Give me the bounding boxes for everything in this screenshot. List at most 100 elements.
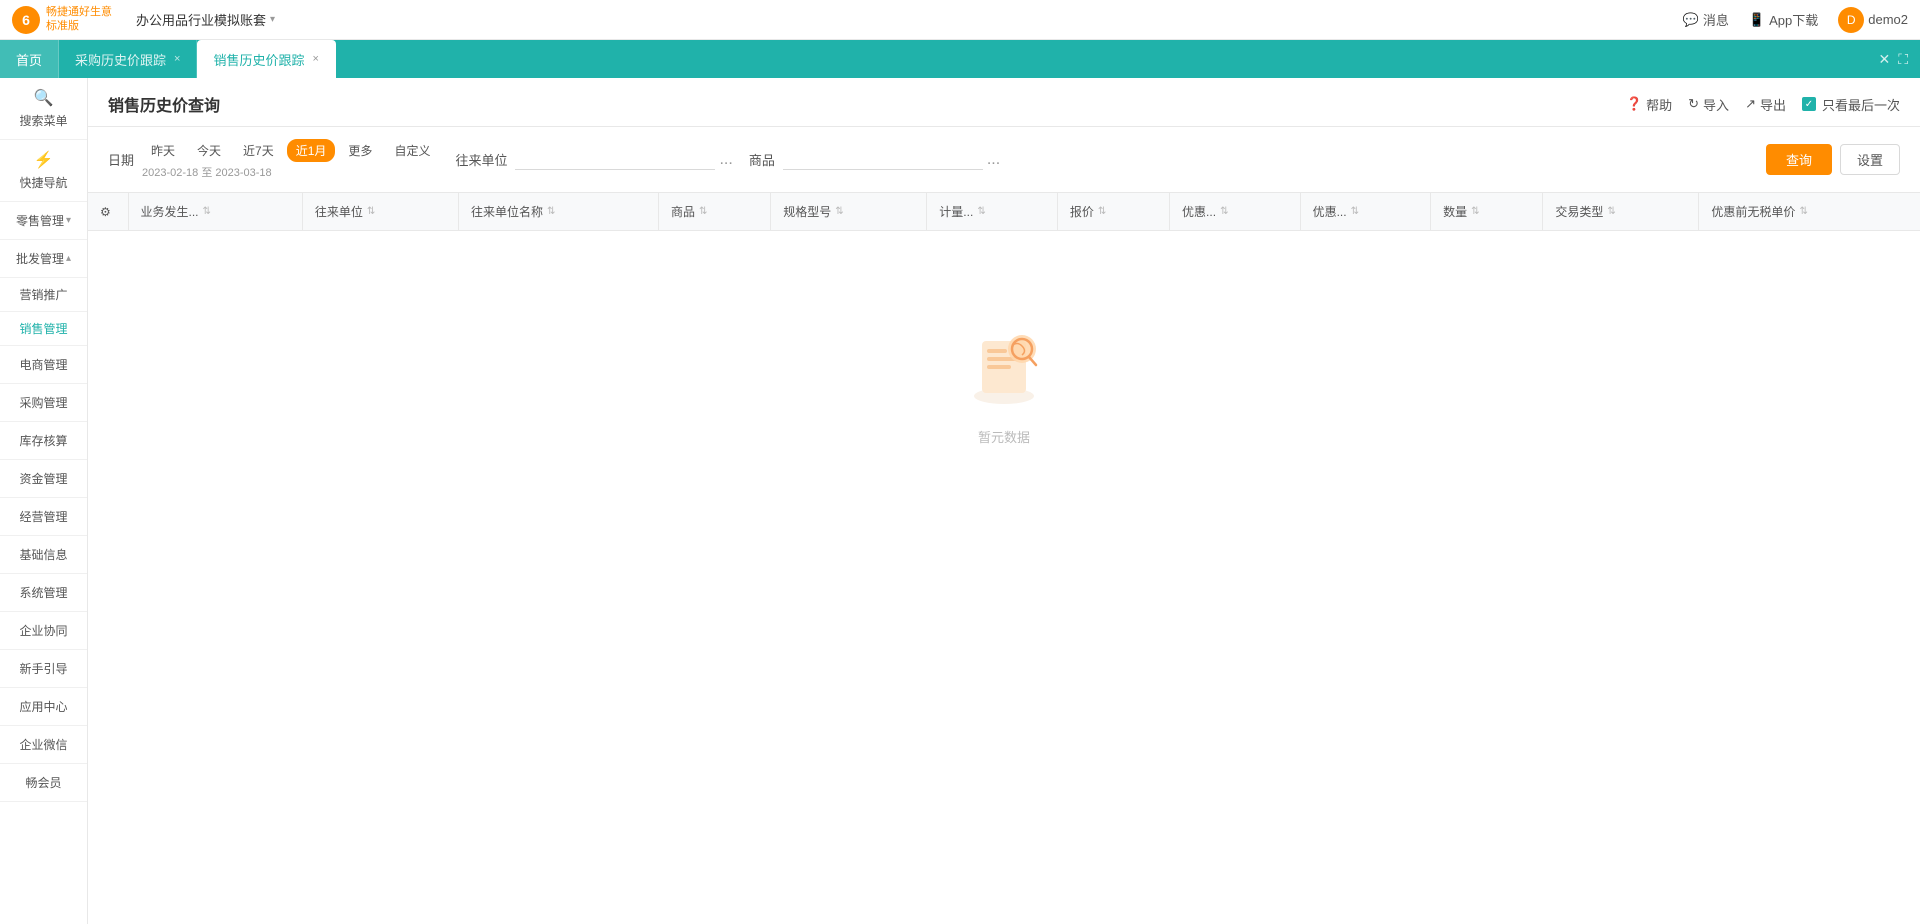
- th-partner-name[interactable]: 往来单位名称 ⇅: [458, 193, 658, 231]
- tab-maximize-icon[interactable]: ⛶: [1898, 51, 1908, 68]
- th-pre-tax-price[interactable]: 优惠前无税单价 ⇅: [1699, 193, 1920, 231]
- quick-nav-icon: ⚡: [34, 150, 54, 170]
- sidebar-item-enterprise-collab[interactable]: 企业协同: [0, 612, 87, 650]
- tab-sales-history[interactable]: 销售历史价跟踪 ×: [197, 40, 335, 78]
- th-partner-code[interactable]: 往来单位 ⇅: [302, 193, 458, 231]
- sidebar-item-quick-nav[interactable]: ⚡ 快捷导航: [0, 140, 87, 202]
- download-icon: 📱: [1749, 12, 1765, 28]
- date-chips: 昨天 今天 近7天 近1月 更多 自定义: [142, 139, 439, 162]
- empty-state-text: 暂元数据: [978, 427, 1030, 446]
- search-menu-icon: 🔍: [34, 88, 54, 108]
- message-button[interactable]: 💬 消息: [1683, 10, 1729, 29]
- retail-mgmt-expand-icon: ▾: [66, 215, 71, 226]
- top-bar: 6 畅捷通好生意 标准版 办公用品行业模拟账套 ▾ 💬 消息 📱 App下载 D…: [0, 0, 1920, 40]
- data-table: ⚙ 业务发生... ⇅ 往来单位 ⇅: [88, 193, 1920, 526]
- sidebar-item-app-center[interactable]: 应用中心: [0, 688, 87, 726]
- product-filter-label: 商品: [749, 150, 775, 169]
- th-discount2[interactable]: 优惠... ⇅: [1300, 193, 1431, 231]
- sidebar-item-ecommerce[interactable]: 电商管理: [0, 346, 87, 384]
- tab-home[interactable]: 首页: [0, 40, 59, 78]
- th-quantity[interactable]: 数量 ⇅: [1431, 193, 1543, 231]
- help-button[interactable]: ❓ 帮助: [1626, 95, 1672, 114]
- sidebar-item-sales-mgmt[interactable]: 销售管理: [0, 312, 87, 346]
- page-header: 销售历史价查询 ❓ 帮助 ↻ 导入 ↗ 导出 ✓ 只看最后一次: [88, 78, 1920, 127]
- th-unit[interactable]: 计量... ⇅: [927, 193, 1058, 231]
- partner-filter-label: 往来单位: [455, 150, 507, 169]
- last-only-toggle[interactable]: ✓ 只看最后一次: [1802, 95, 1900, 114]
- th-trade-type[interactable]: 交易类型 ⇅: [1543, 193, 1699, 231]
- sort-quoted-price-icon: ⇅: [1098, 206, 1106, 217]
- sidebar-item-system[interactable]: 系统管理: [0, 574, 87, 612]
- th-quoted-price[interactable]: 报价 ⇅: [1057, 193, 1169, 231]
- app-selector[interactable]: 办公用品行业模拟账套 ▾: [136, 10, 275, 29]
- sort-trade-type-icon: ⇅: [1607, 206, 1615, 217]
- export-icon: ↗: [1745, 96, 1756, 112]
- th-settings: ⚙: [88, 193, 128, 231]
- date-chip-last1m[interactable]: 近1月: [287, 139, 336, 162]
- last-only-checkbox: ✓: [1802, 97, 1816, 111]
- table-header-row: ⚙ 业务发生... ⇅ 往来单位 ⇅: [88, 193, 1920, 231]
- main-layout: 🔍 搜索菜单 ⚡ 快捷导航 零售管理 ▾ 批发管理 ▴ 营销推广 销售管理 电商…: [0, 78, 1920, 924]
- date-chip-yesterday[interactable]: 昨天: [142, 139, 184, 162]
- th-discount1[interactable]: 优惠... ⇅: [1170, 193, 1301, 231]
- search-button[interactable]: 查询: [1766, 144, 1832, 175]
- sidebar-item-newbie[interactable]: 新手引导: [0, 650, 87, 688]
- sort-product-icon: ⇅: [699, 206, 707, 217]
- sidebar-item-finance[interactable]: 资金管理: [0, 460, 87, 498]
- filter-bar: 日期 昨天 今天 近7天 近1月 更多 自定义 2023-02-18 至 202…: [88, 127, 1920, 193]
- product-dots[interactable]: ...: [987, 151, 1000, 169]
- th-product[interactable]: 商品 ⇅: [658, 193, 770, 231]
- page-title: 销售历史价查询: [108, 92, 220, 116]
- logo-icon: 6: [12, 6, 40, 34]
- sidebar-item-operations[interactable]: 经营管理: [0, 498, 87, 536]
- th-biz-date[interactable]: 业务发生... ⇅: [128, 193, 302, 231]
- sidebar-item-marketing[interactable]: 营销推广: [0, 278, 87, 312]
- settings-icon[interactable]: ⚙: [100, 205, 111, 219]
- partner-input-group: ...: [515, 150, 732, 170]
- sidebar-item-basic-info[interactable]: 基础信息: [0, 536, 87, 574]
- empty-state-row: 暂元数据: [88, 231, 1920, 527]
- help-icon: ❓: [1626, 96, 1642, 112]
- import-icon: ↻: [1688, 96, 1699, 112]
- sort-quantity-icon: ⇅: [1471, 206, 1479, 217]
- product-filter-group: 商品 ...: [749, 150, 1000, 170]
- date-filter-label: 日期: [108, 150, 134, 169]
- tab-purchase-history[interactable]: 采购历史价跟踪 ×: [59, 40, 197, 78]
- th-spec[interactable]: 规格型号 ⇅: [771, 193, 927, 231]
- partner-dots[interactable]: ...: [719, 151, 732, 169]
- product-input[interactable]: [783, 150, 983, 170]
- avatar: D: [1838, 7, 1864, 33]
- date-chip-custom[interactable]: 自定义: [385, 139, 439, 162]
- sidebar-item-member[interactable]: 畅会员: [0, 764, 87, 802]
- sidebar-item-retail-mgmt[interactable]: 零售管理 ▾: [0, 202, 87, 240]
- date-range-text: 2023-02-18 至 2023-03-18: [142, 164, 439, 180]
- logo-text: 畅捷通好生意 标准版: [46, 6, 112, 32]
- tab-close-all-icon[interactable]: ✕: [1878, 51, 1890, 68]
- date-chip-last7[interactable]: 近7天: [234, 139, 283, 162]
- sidebar-item-search-menu[interactable]: 🔍 搜索菜单: [0, 78, 87, 140]
- tab-sales-history-close[interactable]: ×: [312, 53, 318, 65]
- sort-partner-code-icon: ⇅: [367, 206, 375, 217]
- date-chip-more[interactable]: 更多: [339, 139, 381, 162]
- sort-unit-icon: ⇅: [977, 206, 985, 217]
- export-button[interactable]: ↗ 导出: [1745, 95, 1786, 114]
- tab-purchase-history-close[interactable]: ×: [174, 53, 180, 65]
- sidebar-item-inventory[interactable]: 库存核算: [0, 422, 87, 460]
- sidebar-item-wholesale-mgmt[interactable]: 批发管理 ▴: [0, 240, 87, 278]
- message-icon: 💬: [1683, 12, 1699, 28]
- filter-actions: 查询 设置: [1766, 144, 1900, 175]
- sidebar-item-enterprise-wechat[interactable]: 企业微信: [0, 726, 87, 764]
- page-header-actions: ❓ 帮助 ↻ 导入 ↗ 导出 ✓ 只看最后一次: [1626, 95, 1900, 114]
- date-chip-today[interactable]: 今天: [188, 139, 230, 162]
- product-input-group: ...: [783, 150, 1000, 170]
- sidebar-item-purchase-mgmt[interactable]: 采购管理: [0, 384, 87, 422]
- content: 销售历史价查询 ❓ 帮助 ↻ 导入 ↗ 导出 ✓ 只看最后一次: [88, 78, 1920, 924]
- settings-button[interactable]: 设置: [1840, 144, 1900, 175]
- date-filter-col: 昨天 今天 近7天 近1月 更多 自定义 2023-02-18 至 2023-0…: [142, 139, 439, 180]
- app-download-button[interactable]: 📱 App下载: [1749, 10, 1818, 29]
- user-menu[interactable]: D demo2: [1838, 7, 1908, 33]
- partner-input[interactable]: [515, 150, 715, 170]
- table-container: ⚙ 业务发生... ⇅ 往来单位 ⇅: [88, 193, 1920, 924]
- top-bar-right: 💬 消息 📱 App下载 D demo2: [1683, 7, 1908, 33]
- import-button[interactable]: ↻ 导入: [1688, 95, 1729, 114]
